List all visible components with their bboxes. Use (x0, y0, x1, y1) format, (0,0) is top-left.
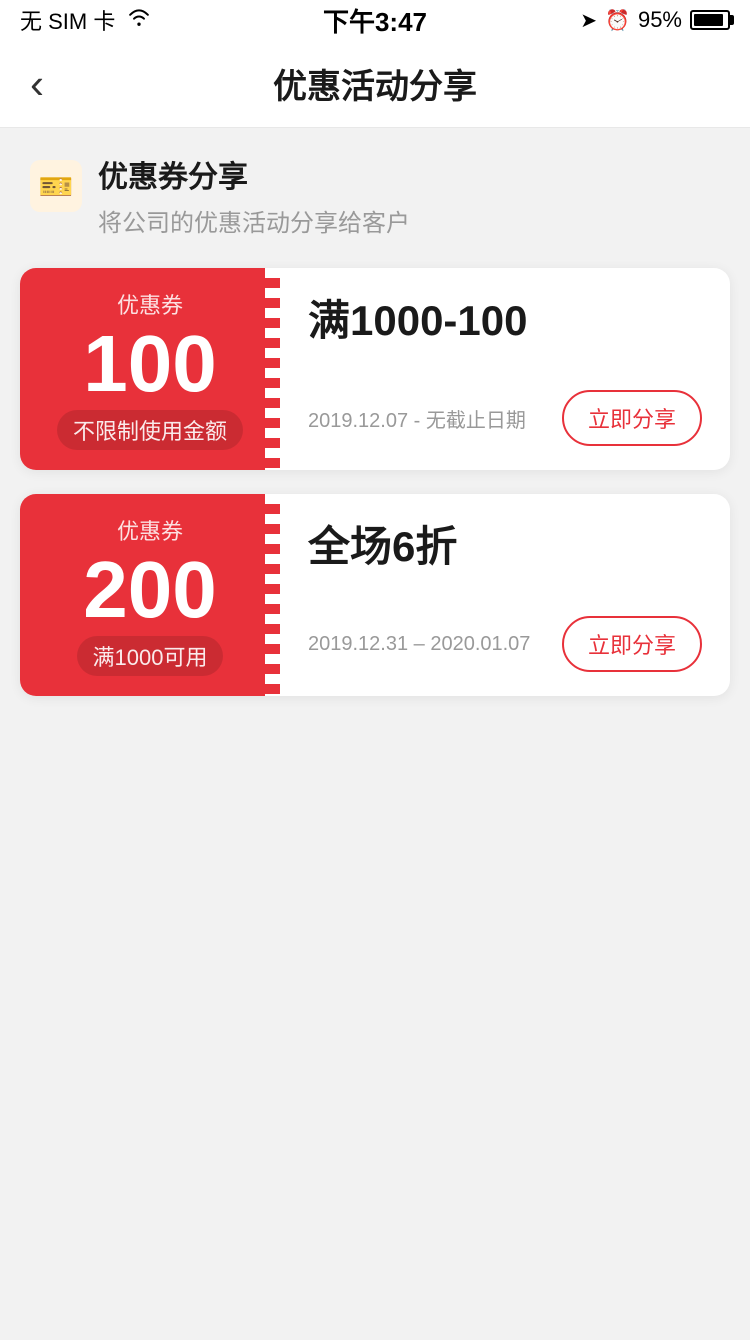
wifi-icon (125, 7, 153, 33)
nav-bar: ‹ 优惠活动分享 (0, 40, 750, 128)
status-bar: 无 SIM 卡 下午3:47 ➤ ⏰ 95% (0, 0, 750, 40)
coupon-left-section-2: 优惠券 200 满1000可用 (20, 494, 280, 696)
bottom-empty-area (0, 740, 750, 1340)
coupon-right-section-2: 全场6折 2019.12.31 – 2020.01.07 立即分享 (280, 494, 730, 696)
share-button-2[interactable]: 立即分享 (562, 616, 702, 672)
coupon-card-2: 优惠券 200 满1000可用 全场6折 2019.12.31 – 2020.0… (20, 494, 730, 696)
coupon-right-section-1: 满1000-100 2019.12.07 - 无截止日期 立即分享 (280, 268, 730, 470)
coupon-label-2: 优惠券 (117, 514, 183, 546)
coupon-bottom-2: 2019.12.31 – 2020.01.07 立即分享 (308, 616, 702, 672)
alarm-icon: ⏰ (605, 8, 630, 33)
coupon-list: 优惠券 100 不限制使用金额 满1000-100 2019.12.07 - 无… (0, 258, 750, 740)
coupon-left-section: 优惠券 100 不限制使用金额 (20, 268, 280, 470)
page-title: 优惠活动分享 (273, 59, 477, 108)
back-button[interactable]: ‹ (30, 60, 44, 108)
coupon-condition-1: 不限制使用金额 (57, 410, 243, 450)
coupon-label-1: 优惠券 (117, 288, 183, 320)
coupon-bottom-1: 2019.12.07 - 无截止日期 立即分享 (308, 390, 702, 446)
battery-text: 95% (638, 7, 682, 33)
section-text: 优惠券分享 将公司的优惠活动分享给客户 (98, 158, 410, 238)
section-title: 优惠券分享 (98, 158, 410, 197)
share-button-1[interactable]: 立即分享 (562, 390, 702, 446)
coupon-date-2: 2019.12.31 – 2020.01.07 (308, 633, 552, 656)
status-right: ➤ ⏰ 95% (580, 7, 730, 33)
coupon-condition-2: 满1000可用 (77, 636, 224, 676)
coupon-card: 优惠券 100 不限制使用金额 满1000-100 2019.12.07 - 无… (20, 268, 730, 470)
status-time: 下午3:47 (323, 2, 427, 39)
coupon-icon: 🎫 (39, 170, 74, 203)
status-left: 无 SIM 卡 (20, 4, 153, 36)
section-header: 🎫 优惠券分享 将公司的优惠活动分享给客户 (0, 128, 750, 258)
section-icon: 🎫 (30, 160, 82, 212)
coupon-date-1: 2019.12.07 - 无截止日期 (308, 404, 552, 433)
battery-icon (690, 10, 730, 30)
back-icon: ‹ (30, 60, 44, 108)
carrier-text: 无 SIM 卡 (20, 4, 115, 36)
coupon-amount-2: 200 (83, 550, 216, 630)
location-icon: ➤ (580, 8, 597, 33)
coupon-title-2: 全场6折 (308, 522, 702, 572)
section-subtitle: 将公司的优惠活动分享给客户 (98, 203, 410, 238)
coupon-amount-1: 100 (83, 324, 216, 404)
coupon-title-1: 满1000-100 (308, 296, 702, 346)
